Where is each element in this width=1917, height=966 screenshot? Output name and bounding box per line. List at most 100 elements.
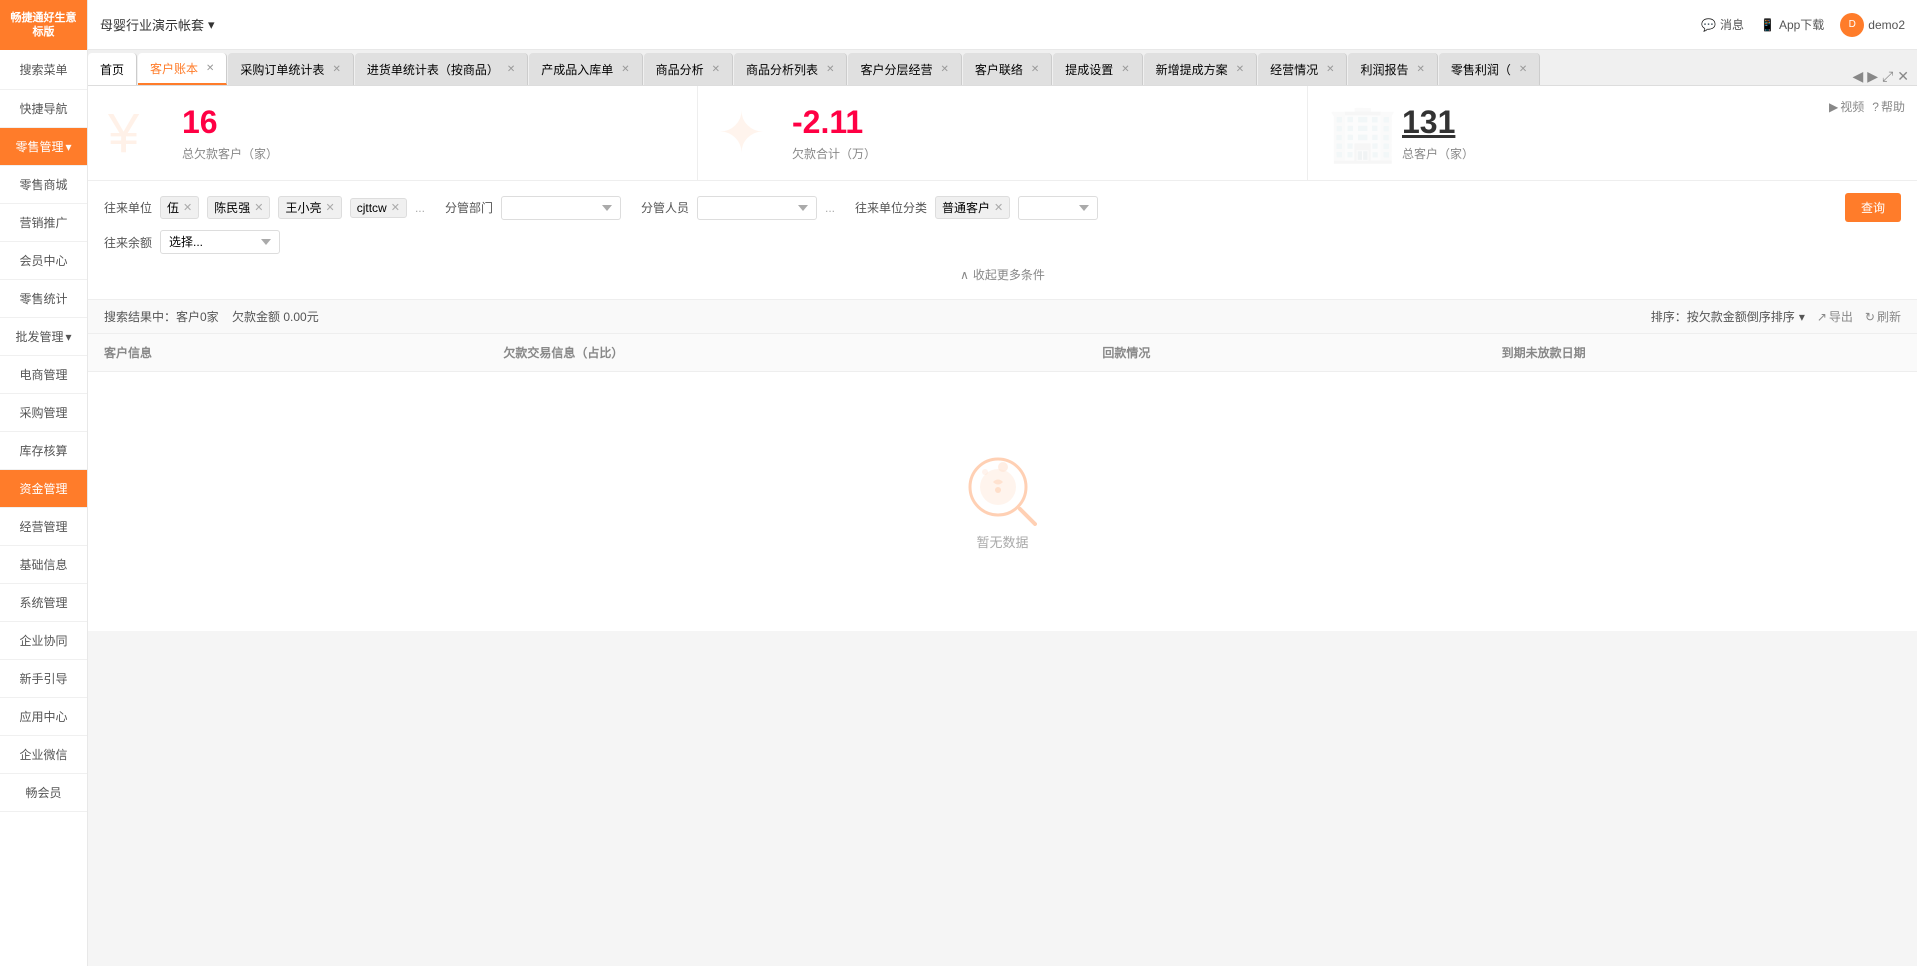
logo-text: 畅捷通好生意 标版 (11, 11, 77, 40)
stat-info-customers: 16 总欠款客户（家） (182, 104, 278, 162)
stat-value-customers: 16 (182, 104, 278, 141)
sidebar-item-operations[interactable]: 经营管理 (0, 508, 87, 546)
dept-select[interactable] (501, 196, 621, 220)
sidebar-item-member-vip[interactable]: 畅会员 (0, 774, 87, 812)
tab-purchase-order-stat[interactable]: 采购订单统计表 ✕ (228, 53, 353, 85)
close-icon[interactable]: ✕ (712, 64, 720, 75)
message-btn[interactable]: 💬 消息 (1701, 16, 1744, 33)
sidebar-item-finance[interactable]: 资金管理 (0, 470, 87, 508)
stat-info-amount: -2.11 欠款合计（万） (792, 104, 876, 162)
sidebar-item-basic[interactable]: 基础信息 (0, 546, 87, 584)
sidebar-item-search[interactable]: 搜索菜单 (0, 50, 87, 90)
tab-prev-icon[interactable]: ◀ (1853, 68, 1864, 85)
sidebar-item-retail-mgmt[interactable]: 零售管理 ▾ (0, 128, 87, 166)
sidebar-item-newbie[interactable]: 新手引导 (0, 660, 87, 698)
help-icon: ? (1872, 100, 1879, 114)
sidebar-item-purchase[interactable]: 采购管理 (0, 394, 87, 432)
query-button[interactable]: 查询 (1845, 193, 1901, 222)
version-selector[interactable]: 母婴行业演示帐套 ▾ (100, 15, 215, 34)
close-icon[interactable]: ✕ (1236, 64, 1244, 75)
tab-profit-report[interactable]: 利润报告 ✕ (1348, 53, 1437, 85)
category-select[interactable] (1018, 196, 1098, 220)
close-icon[interactable]: ✕ (1326, 64, 1334, 75)
tab-purchase-stat-by-product[interactable]: 进货单统计表（按商品） ✕ (355, 53, 528, 85)
close-icon[interactable]: ✕ (507, 64, 515, 75)
tab-new-plan[interactable]: 新增提成方案 ✕ (1144, 53, 1257, 85)
sort-select[interactable]: 排序：按欠款金额倒序排序 ▾ (1651, 308, 1805, 325)
help-btn[interactable]: ? 帮助 (1872, 98, 1905, 115)
sidebar-item-app-center[interactable]: 应用中心 (0, 698, 87, 736)
user-avatar[interactable]: D demo2 (1840, 13, 1905, 37)
chevron-down-icon: ▾ (208, 17, 215, 33)
tab-customer-segment[interactable]: 客户分层经营 ✕ (848, 53, 961, 85)
topbar: 母婴行业演示帐套 ▾ 💬 消息 📱 App下载 D demo2 (88, 0, 1917, 50)
tab-product-analysis-list[interactable]: 商品分析列表 ✕ (734, 53, 847, 85)
remove-tag-unit1[interactable]: ✕ (183, 201, 192, 214)
close-icon[interactable]: ✕ (826, 64, 834, 75)
chevron-down-icon: ▾ (65, 140, 71, 154)
tab-customer-book[interactable]: 客户账本 ✕ (138, 53, 227, 85)
person-select[interactable] (697, 196, 817, 220)
collapse-btn[interactable]: ∧ 收起更多条件 (960, 266, 1045, 283)
topbar-right: 💬 消息 📱 App下载 D demo2 (1701, 13, 1905, 37)
close-icon[interactable]: ✕ (1519, 64, 1527, 75)
content-area: ¥ 16 总欠款客户（家） ✦ -2.11 欠款合计（万） 🏢 131 (88, 86, 1917, 966)
sidebar-item-ecommerce[interactable]: 电商管理 (0, 356, 87, 394)
close-icon[interactable]: ✕ (1417, 64, 1425, 75)
sidebar-item-member[interactable]: 会员中心 (0, 242, 87, 280)
col-header-debt: 欠款交易信息（占比） (503, 344, 1102, 361)
sidebar-item-retail-mall[interactable]: 零售商城 (0, 166, 87, 204)
app-download-btn[interactable]: 📱 App下载 (1760, 16, 1824, 33)
refresh-btn[interactable]: ↻ 刷新 (1865, 308, 1901, 325)
stat-bg-icon2: ✦ (718, 100, 765, 166)
close-icon[interactable]: ✕ (621, 64, 629, 75)
sidebar-item-quick-nav[interactable]: 快捷导航 (0, 90, 87, 128)
remove-tag-unit2[interactable]: ✕ (254, 201, 263, 214)
chevron-down-icon: ▾ (65, 330, 71, 344)
col-header-due-date: 到期未放款日期 (1502, 344, 1901, 361)
sidebar-item-system[interactable]: 系统管理 (0, 584, 87, 622)
filter-row-1: 往来单位 伍 ✕ 陈民强 ✕ 王小亮 ✕ cjttcw ✕ ... (104, 193, 1901, 222)
close-icon[interactable]: ✕ (1121, 64, 1129, 75)
remove-tag-unit3[interactable]: ✕ (326, 201, 335, 214)
table-header: 客户信息 欠款交易信息（占比） 回款情况 到期未放款日期 (88, 334, 1917, 372)
sidebar-item-marketing[interactable]: 营销推广 (0, 204, 87, 242)
remove-tag-unit4[interactable]: ✕ (391, 201, 400, 214)
tab-next-icon[interactable]: ▶ (1867, 68, 1878, 85)
tab-retail-profit[interactable]: 零售利润（ ✕ (1439, 53, 1540, 85)
sidebar-item-retail-stat[interactable]: 零售统计 (0, 280, 87, 318)
video-btn[interactable]: ▶ 视频 (1829, 98, 1864, 115)
sidebar-item-wholesale[interactable]: 批发管理 ▾ (0, 318, 87, 356)
sidebar-item-inventory[interactable]: 库存核算 (0, 432, 87, 470)
filter-label-dept: 分管部门 (445, 199, 493, 216)
close-icon[interactable]: ✕ (332, 64, 340, 75)
stat-label-total: 总客户（家） (1402, 145, 1474, 162)
sidebar-logo: 畅捷通好生意 标版 (0, 0, 87, 50)
close-icon[interactable]: ✕ (940, 64, 948, 75)
person-select-wrapper (697, 196, 817, 220)
filter-more-person[interactable]: ... (825, 201, 835, 215)
filter-label-unit: 往来单位 (104, 199, 152, 216)
tab-reminder-settings[interactable]: 提成设置 ✕ (1053, 53, 1142, 85)
tab-close-all-icon[interactable]: ✕ (1897, 68, 1909, 85)
tab-product-analysis[interactable]: 商品分析 ✕ (644, 53, 733, 85)
export-btn[interactable]: ↗ 导出 (1817, 308, 1853, 325)
close-icon[interactable]: ✕ (206, 63, 214, 74)
close-icon[interactable]: ✕ (1031, 64, 1039, 75)
tab-customer-contact[interactable]: 客户联络 ✕ (963, 53, 1052, 85)
sidebar-item-enterprise[interactable]: 企业协同 (0, 622, 87, 660)
filter-more-tags[interactable]: ... (415, 201, 425, 215)
stat-bg-icon3: 🏢 (1328, 100, 1398, 166)
tab-product-in[interactable]: 产成品入库单 ✕ (529, 53, 642, 85)
empty-text: 暂无数据 (976, 532, 1028, 551)
filter-collapse-row: ∧ 收起更多条件 (104, 262, 1901, 287)
sidebar-item-enterprise-wechat[interactable]: 企业微信 (0, 736, 87, 774)
balance-select[interactable]: 选择... (160, 230, 280, 254)
result-bar: 搜索结果中：客户0家 欠款金额 0.00元 排序：按欠款金额倒序排序 ▾ ↗ 导… (88, 300, 1917, 334)
tab-expand-icon[interactable]: ⤢ (1882, 68, 1893, 85)
empty-state: 暂无数据 (88, 372, 1917, 631)
tab-operations-status[interactable]: 经营情况 ✕ (1258, 53, 1347, 85)
remove-tag-category[interactable]: ✕ (994, 201, 1003, 214)
tab-home[interactable]: 首页 (88, 53, 137, 85)
stat-action-buttons: ▶ 视频 ? 帮助 (1829, 98, 1905, 115)
